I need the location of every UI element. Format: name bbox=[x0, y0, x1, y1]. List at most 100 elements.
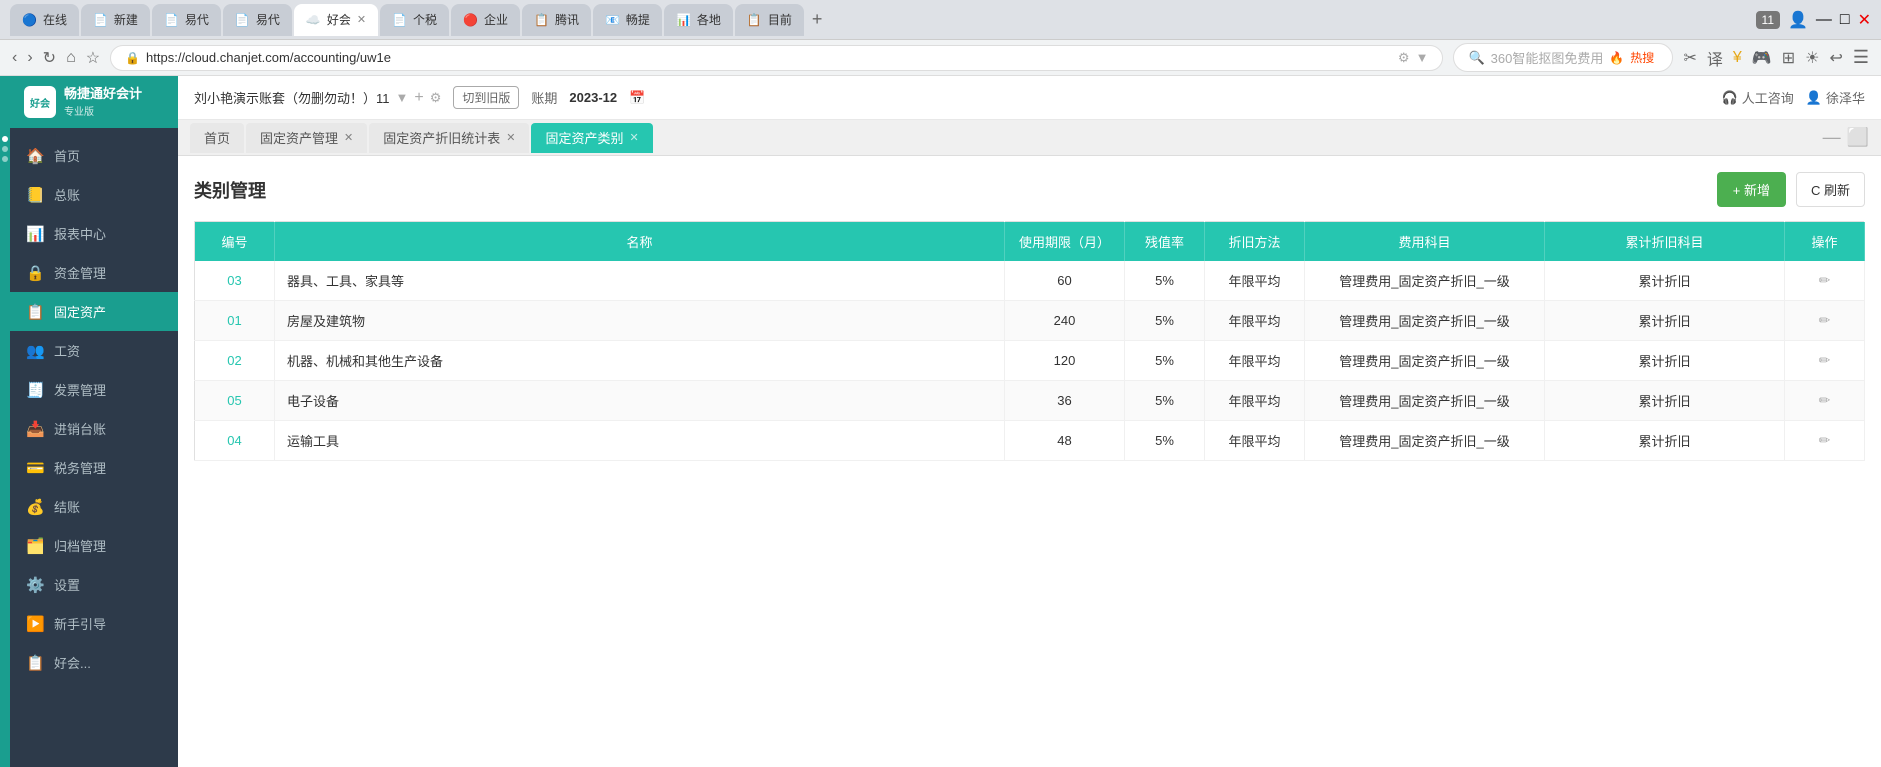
cell-accum-4: 累计折旧 bbox=[1545, 421, 1785, 461]
sidebar-item-funds[interactable]: 🔒 资金管理 bbox=[10, 253, 178, 292]
table-row: 04 运输工具 48 5% 年限平均 管理费用_固定资产折旧_一级 累计折旧 ✏ bbox=[195, 421, 1865, 461]
sidebar-item-haohui-extra[interactable]: 📋 好会... bbox=[10, 643, 178, 682]
browser-tab-tax[interactable]: 📄 个税 bbox=[380, 4, 449, 36]
cell-id-1[interactable]: 01 bbox=[195, 301, 275, 341]
browser-tab-muqian[interactable]: 📋 目前 bbox=[735, 4, 804, 36]
tab-fixed-category[interactable]: 固定资产类别 ✕ bbox=[531, 123, 652, 153]
dropdown-icon[interactable]: ▼ bbox=[396, 90, 409, 105]
browser-tab-new[interactable]: 📄 新建 bbox=[81, 4, 150, 36]
search-box[interactable]: 🔍 360智能抠图免费用 🔥 热搜 bbox=[1453, 43, 1673, 72]
table-row: 03 器具、工具、家具等 60 5% 年限平均 管理费用_固定资产折旧_一级 累… bbox=[195, 261, 1865, 301]
browser-tab-online[interactable]: 🔵 在线 bbox=[10, 4, 79, 36]
user-profile-btn[interactable]: 👤 徐泽华 bbox=[1806, 88, 1865, 107]
sun-icon[interactable]: ☀ bbox=[1805, 48, 1819, 68]
tab-depreciation-stats[interactable]: 固定资产折旧统计表 ✕ bbox=[369, 123, 529, 153]
plus-icon[interactable]: + bbox=[414, 89, 423, 107]
sidebar-item-payroll[interactable]: 👥 工资 bbox=[10, 331, 178, 370]
tencent-icon: 📋 bbox=[534, 13, 549, 27]
edit-button-1[interactable]: ✏ bbox=[1819, 312, 1831, 329]
sidebar-item-reports[interactable]: 📊 报表中心 bbox=[10, 214, 178, 253]
undo-icon[interactable]: ↩ bbox=[1829, 48, 1842, 68]
menu-icon[interactable]: ☰ bbox=[1853, 47, 1869, 68]
browser-tab-yidai2[interactable]: 📄 易代 bbox=[223, 4, 292, 36]
cell-id-3[interactable]: 05 bbox=[195, 381, 275, 421]
cell-id-0[interactable]: 03 bbox=[195, 261, 275, 301]
sidebar-item-general-ledger[interactable]: 📒 总账 bbox=[10, 175, 178, 214]
settings-topbar-icon[interactable]: ⚙ bbox=[430, 90, 442, 106]
home-button[interactable]: ⌂ bbox=[66, 49, 76, 67]
scissors-icon[interactable]: ✂ bbox=[1683, 48, 1696, 68]
hot-label: 热搜 bbox=[1630, 49, 1654, 66]
service-btn[interactable]: 🎧 人工咨询 bbox=[1722, 88, 1794, 107]
grid-icon[interactable]: ⊞ bbox=[1782, 48, 1795, 68]
translate-icon[interactable]: 译 bbox=[1707, 46, 1723, 70]
cell-id-4[interactable]: 04 bbox=[195, 421, 275, 461]
tab-home[interactable]: 首页 bbox=[190, 123, 244, 153]
tab-close-depreciation[interactable]: ✕ bbox=[506, 131, 515, 144]
cell-id-2[interactable]: 02 bbox=[195, 341, 275, 381]
reload-button[interactable]: ↻ bbox=[43, 48, 56, 68]
minimize-icon[interactable]: — bbox=[1816, 11, 1832, 29]
sidebar-item-archive[interactable]: 🗂️ 归档管理 bbox=[10, 526, 178, 565]
sidebar-item-settings[interactable]: ⚙️ 设置 bbox=[10, 565, 178, 604]
sidebar-item-guide[interactable]: ▶️ 新手引导 bbox=[10, 604, 178, 643]
browser-profile-icon[interactable]: 👤 bbox=[1788, 10, 1808, 30]
switch-version-btn[interactable]: 切到旧版 bbox=[453, 86, 519, 109]
game-icon[interactable]: 🎮 bbox=[1752, 48, 1772, 68]
browser-tab-yidai1[interactable]: 📄 易代 bbox=[152, 4, 221, 36]
yidai2-icon: 📄 bbox=[235, 13, 250, 27]
user-info: 刘小艳演示账套（勿删勿动！）11 ▼ + ⚙ bbox=[194, 88, 441, 107]
sidebar-item-fixed-assets[interactable]: 📋 固定资产 bbox=[10, 292, 178, 331]
address-bar[interactable]: 🔒 https://cloud.chanjet.com/accounting/u… bbox=[110, 45, 1443, 71]
main-content: 刘小艳演示账套（勿删勿动！）11 ▼ + ⚙ 切到旧版 账期 2023-12 📅… bbox=[178, 76, 1881, 767]
cell-method-3: 年限平均 bbox=[1205, 381, 1305, 421]
tab-close-category[interactable]: ✕ bbox=[630, 131, 639, 144]
forward-button[interactable]: › bbox=[27, 49, 32, 67]
logo-icon: 好会 bbox=[24, 86, 56, 118]
refresh-button[interactable]: C 刷新 bbox=[1796, 172, 1865, 207]
browser-tab-tencent[interactable]: 📋 腾讯 bbox=[522, 4, 591, 36]
url-text: https://cloud.chanjet.com/accounting/uw1… bbox=[146, 50, 1392, 65]
cell-action-3: ✏ bbox=[1785, 381, 1865, 421]
cell-period-4: 48 bbox=[1005, 421, 1125, 461]
calendar-icon[interactable]: 📅 bbox=[629, 90, 645, 106]
tab-label-7: 腾讯 bbox=[555, 11, 579, 28]
cell-residual-4: 5% bbox=[1125, 421, 1205, 461]
sidebar-label-ledger: 总账 bbox=[54, 185, 80, 204]
tab-fixed-asset-mgmt[interactable]: 固定资产管理 ✕ bbox=[246, 123, 367, 153]
bookmark-button[interactable]: ☆ bbox=[86, 48, 100, 68]
edit-button-2[interactable]: ✏ bbox=[1819, 352, 1831, 369]
sidebar-item-closing[interactable]: 💰 结账 bbox=[10, 487, 178, 526]
sidebar-item-tax[interactable]: 💳 税务管理 bbox=[10, 448, 178, 487]
new-tab-button[interactable]: + bbox=[812, 9, 823, 30]
page-body: 类别管理 + 新增 C 刷新 编号 名称 使用期限（月） 残值率 折旧方法 费用… bbox=[178, 156, 1881, 767]
close-icon[interactable]: ✕ bbox=[1858, 10, 1871, 30]
browser-tab-gedi[interactable]: 📊 各地 bbox=[664, 4, 733, 36]
add-category-button[interactable]: + 新增 bbox=[1717, 172, 1786, 207]
tab-close-fixed[interactable]: ✕ bbox=[344, 131, 353, 144]
edit-button-4[interactable]: ✏ bbox=[1819, 432, 1831, 449]
browser-tab-haohui[interactable]: ☁️ 好会 ✕ bbox=[294, 4, 378, 36]
back-button[interactable]: ‹ bbox=[12, 49, 17, 67]
sidebar-item-purchase-sales[interactable]: 📥 进销台账 bbox=[10, 409, 178, 448]
browser-tab-changtui[interactable]: 📧 畅提 bbox=[593, 4, 662, 36]
window-minimize-icon[interactable]: — bbox=[1823, 127, 1841, 148]
th-action: 操作 bbox=[1785, 222, 1865, 262]
tab-label-0: 在线 bbox=[43, 11, 67, 28]
sidebar-item-invoice[interactable]: 🧾 发票管理 bbox=[10, 370, 178, 409]
table-row: 02 机器、机械和其他生产设备 120 5% 年限平均 管理费用_固定资产折旧_… bbox=[195, 341, 1865, 381]
browser-tab-enterprise[interactable]: 🔴 企业 bbox=[451, 4, 520, 36]
guide-icon: ▶️ bbox=[26, 615, 44, 633]
edit-button-0[interactable]: ✏ bbox=[1819, 272, 1831, 289]
tab-category-label: 固定资产类别 bbox=[545, 128, 623, 147]
window-maximize-icon[interactable]: ⬜ bbox=[1847, 127, 1869, 148]
maximize-icon[interactable]: □ bbox=[1840, 11, 1850, 29]
address-dropdown-icon[interactable]: ▼ bbox=[1416, 50, 1429, 65]
sidebar-label-invoice: 发票管理 bbox=[54, 380, 106, 399]
sidebar-item-home[interactable]: 🏠 首页 bbox=[10, 136, 178, 175]
cell-expense-0: 管理费用_固定资产折旧_一级 bbox=[1305, 261, 1545, 301]
top-bar-right: 🎧 人工咨询 👤 徐泽华 bbox=[1722, 88, 1865, 107]
yuan-icon[interactable]: ¥ bbox=[1733, 49, 1742, 67]
edit-button-3[interactable]: ✏ bbox=[1819, 392, 1831, 409]
tab-close-4[interactable]: ✕ bbox=[357, 13, 366, 26]
